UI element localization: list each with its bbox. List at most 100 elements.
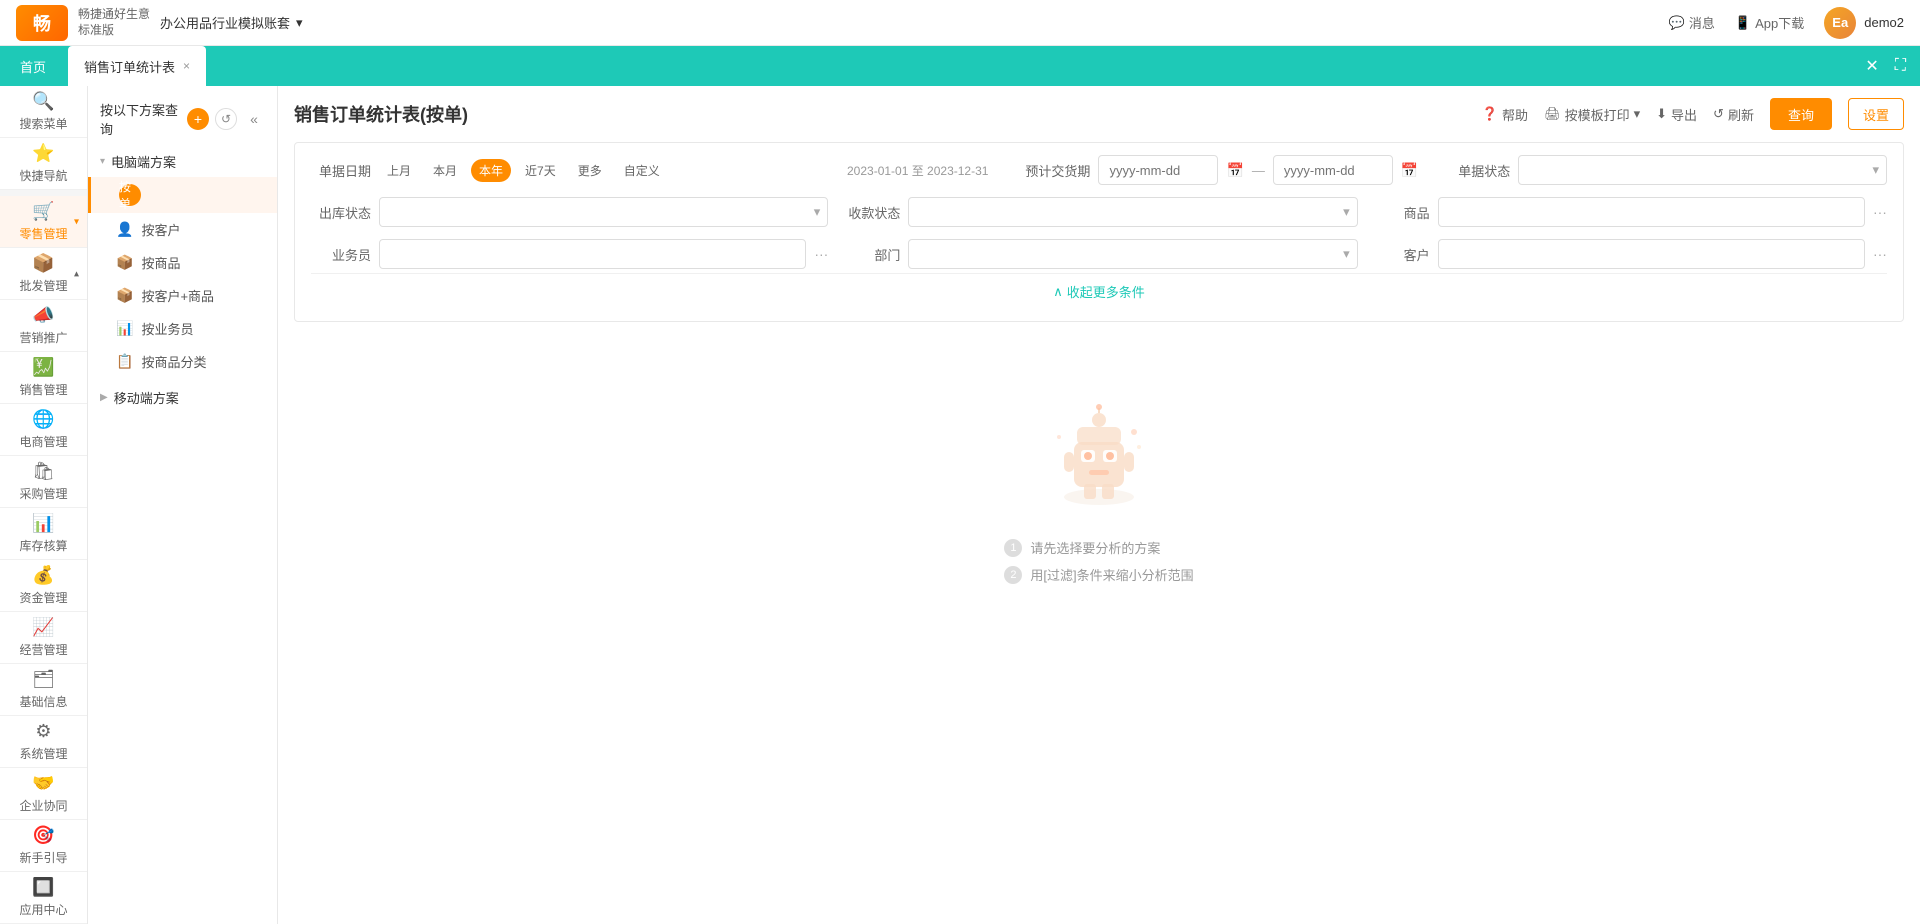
topbar: 畅 畅捷通好生意 标准版 办公用品行业模拟账套 ▾ 💬 消息 📱 App下载 E… [0,0,1920,46]
print-template-button[interactable]: 🖨 按模板打印 ▾ [1544,105,1640,124]
shortcut-this-year[interactable]: 本年 [471,159,511,182]
sidebar-item-marketing[interactable]: 📣 营销推广 [0,300,87,352]
tabbar-right: ✕ ⛶ [1861,52,1920,80]
sidebar-item-operations[interactable]: 📈 经营管理 [0,612,87,664]
customer-input[interactable] [1438,239,1865,269]
scheme-item-by-category[interactable]: 📋 按商品分类 [88,345,277,378]
collapse-more-button[interactable]: ∧ 收起更多条件 [311,273,1887,309]
add-scheme-button[interactable]: + [187,108,209,130]
salesperson-input[interactable] [379,239,806,269]
sidebar: 🔍 搜索菜单 ⭐ 快捷导航 🛒 零售管理 ▾ 📦 批发管理 ▴ 📣 营销推广 💹… [0,86,88,924]
customer-more-button[interactable]: ··· [1873,246,1887,262]
goods-icon: 📦 [116,254,133,271]
shortcut-more[interactable]: 更多 [570,159,610,182]
filter-row-1: 单据日期 上月 本月 本年 近7天 [311,155,1887,185]
goods-input[interactable] [1438,197,1865,227]
sidebar-item-sales[interactable]: 💹 销售管理 [0,352,87,404]
salesperson-cell: 业务员 ··· [311,239,828,269]
user-name: demo2 [1864,15,1904,30]
sidebar-item-ecommerce[interactable]: 🌐 电商管理 [0,404,87,456]
system-icon: ⚙ [35,721,51,742]
scheme-item-by-customer[interactable]: 👤 按客户 [88,213,277,246]
sidebar-item-enterprise[interactable]: 🤝 企业协同 [0,768,87,820]
sidebar-item-finance[interactable]: 💰 资金管理 [0,560,87,612]
finance-icon: 💰 [32,565,54,586]
salesperson-more-button[interactable]: ··· [814,246,828,262]
shortcut-7days[interactable]: 近7天 [517,159,564,182]
query-button[interactable]: 查询 [1770,98,1832,130]
window-close-button[interactable]: ✕ [1861,52,1882,80]
shortcut-custom[interactable]: 自定义 [616,159,668,182]
sidebar-search[interactable]: 🔍 搜索菜单 [0,86,87,138]
filter-row-3: 业务员 ··· 部门 ▾ 客户 [311,239,1887,269]
filter-row-2: 出库状态 ▾ 收款状态 [311,197,1887,227]
export-button[interactable]: ⬇ 导出 [1656,105,1697,124]
sidebar-quicknav[interactable]: ⭐ 快捷导航 [0,138,87,190]
inventory-icon: 📊 [32,513,54,534]
ecommerce-icon: 🌐 [32,409,54,430]
tab-sales-order[interactable]: 销售订单统计表 × [68,46,206,86]
scheme-group-header-mobile[interactable]: ▶ 移动端方案 [88,382,277,413]
collapse-arrow-icon: ∧ [1053,284,1063,300]
scheme-item-by-salesperson[interactable]: 📊 按业务员 [88,312,277,345]
refresh-button[interactable]: ↺ 刷新 [1713,105,1754,124]
delivery-status-label: 出库状态 [311,203,371,222]
bill-status-cell: 单据状态 ▾ [1450,155,1887,185]
calendar-from-icon[interactable]: 📅 [1226,162,1243,179]
delivery-status-select[interactable] [379,197,828,227]
settings-button[interactable]: 设置 [1848,98,1904,130]
sidebar-item-retail[interactable]: 🛒 零售管理 ▾ [0,196,87,248]
app-title: 畅捷通好生意 标准版 [78,7,150,38]
tab-home[interactable]: 首页 [0,46,66,86]
sidebar-item-app-center[interactable]: 🔲 应用中心 [0,872,87,924]
scheme-group-header-desktop[interactable]: ▾ 电脑端方案 [88,146,277,177]
salesperson-label: 业务员 [311,245,371,264]
sidebar-item-wholesale[interactable]: 📦 批发管理 ▴ [0,248,87,300]
page-actions: ❓ 帮助 🖨 按模板打印 ▾ ⬇ 导出 ↺ 刷新 [1482,98,1904,130]
main-layout: 🔍 搜索菜单 ⭐ 快捷导航 🛒 零售管理 ▾ 📦 批发管理 ▴ 📣 营销推广 💹… [0,86,1920,924]
filter-area: 单据日期 上月 本月 本年 近7天 [294,142,1904,322]
breadcrumb[interactable]: 办公用品行业模拟账套 ▾ [160,13,303,32]
refresh-scheme-button[interactable]: ↺ [215,108,237,130]
scheme-item-by-customer-goods[interactable]: 📦 按客户+商品 [88,279,277,312]
date-dash: — [1252,163,1265,178]
scheme-item-by-bill[interactable]: 按单 [88,177,277,213]
date-range-text: 2023-01-01 至 2023-12-31 [847,162,988,179]
sidebar-item-inventory[interactable]: 📊 库存核算 [0,508,87,560]
chevron-up-icon: ▴ [74,268,79,279]
goods-more-button[interactable]: ··· [1873,204,1887,220]
collapse-panel-button[interactable]: « [243,108,265,130]
left-panel: 按以下方案查询 + ↺ « ▾ 电脑端方案 按单 [88,86,278,924]
sidebar-item-newbie[interactable]: 🎯 新手引导 [0,820,87,872]
goods-label: 商品 [1370,203,1430,222]
sidebar-item-basic-info[interactable]: 🗂 基础信息 [0,664,87,716]
app-download-button[interactable]: 📱 App下载 [1735,13,1804,32]
help-button[interactable]: ❓ 帮助 [1482,105,1528,124]
export-icon: ⬇ [1656,106,1667,122]
topbar-right: 💬 消息 📱 App下载 Ea demo2 [1669,7,1904,39]
tab-close-icon[interactable]: × [183,59,190,73]
shortcut-this-month[interactable]: 本月 [425,159,465,182]
right-panel: 销售订单统计表(按单) ❓ 帮助 🖨 按模板打印 ▾ ⬇ 导出 [278,86,1920,924]
scheme-item-by-goods[interactable]: 📦 按商品 [88,246,277,279]
empty-tip-2: 2 用[过滤]条件来缩小分析范围 [1004,565,1193,584]
delivery-date-to[interactable] [1273,155,1393,185]
calendar-to-icon[interactable]: 📅 [1401,162,1418,179]
window-maximize-button[interactable]: ⛶ [1891,53,1910,79]
breadcrumb-arrow[interactable]: ▾ [296,15,303,31]
refresh-icon: ↺ [221,112,231,126]
panel-toolbar: 按以下方案查询 + ↺ « [88,94,277,146]
delivery-date-from[interactable] [1098,155,1218,185]
payment-status-select[interactable] [908,197,1357,227]
user-area[interactable]: Ea demo2 [1824,7,1904,39]
customer-goods-icon: 📦 [116,287,133,304]
shortcut-last-month[interactable]: 上月 [379,159,419,182]
sidebar-item-system[interactable]: ⚙ 系统管理 [0,716,87,768]
collapse-icon: « [250,111,258,127]
bill-status-select[interactable] [1518,155,1887,185]
tip-num-1: 1 [1004,539,1022,557]
department-select[interactable] [908,239,1357,269]
message-button[interactable]: 💬 消息 [1669,13,1715,32]
enterprise-icon: 🤝 [32,773,54,794]
sidebar-item-purchase[interactable]: 🛍 采购管理 [0,456,87,508]
